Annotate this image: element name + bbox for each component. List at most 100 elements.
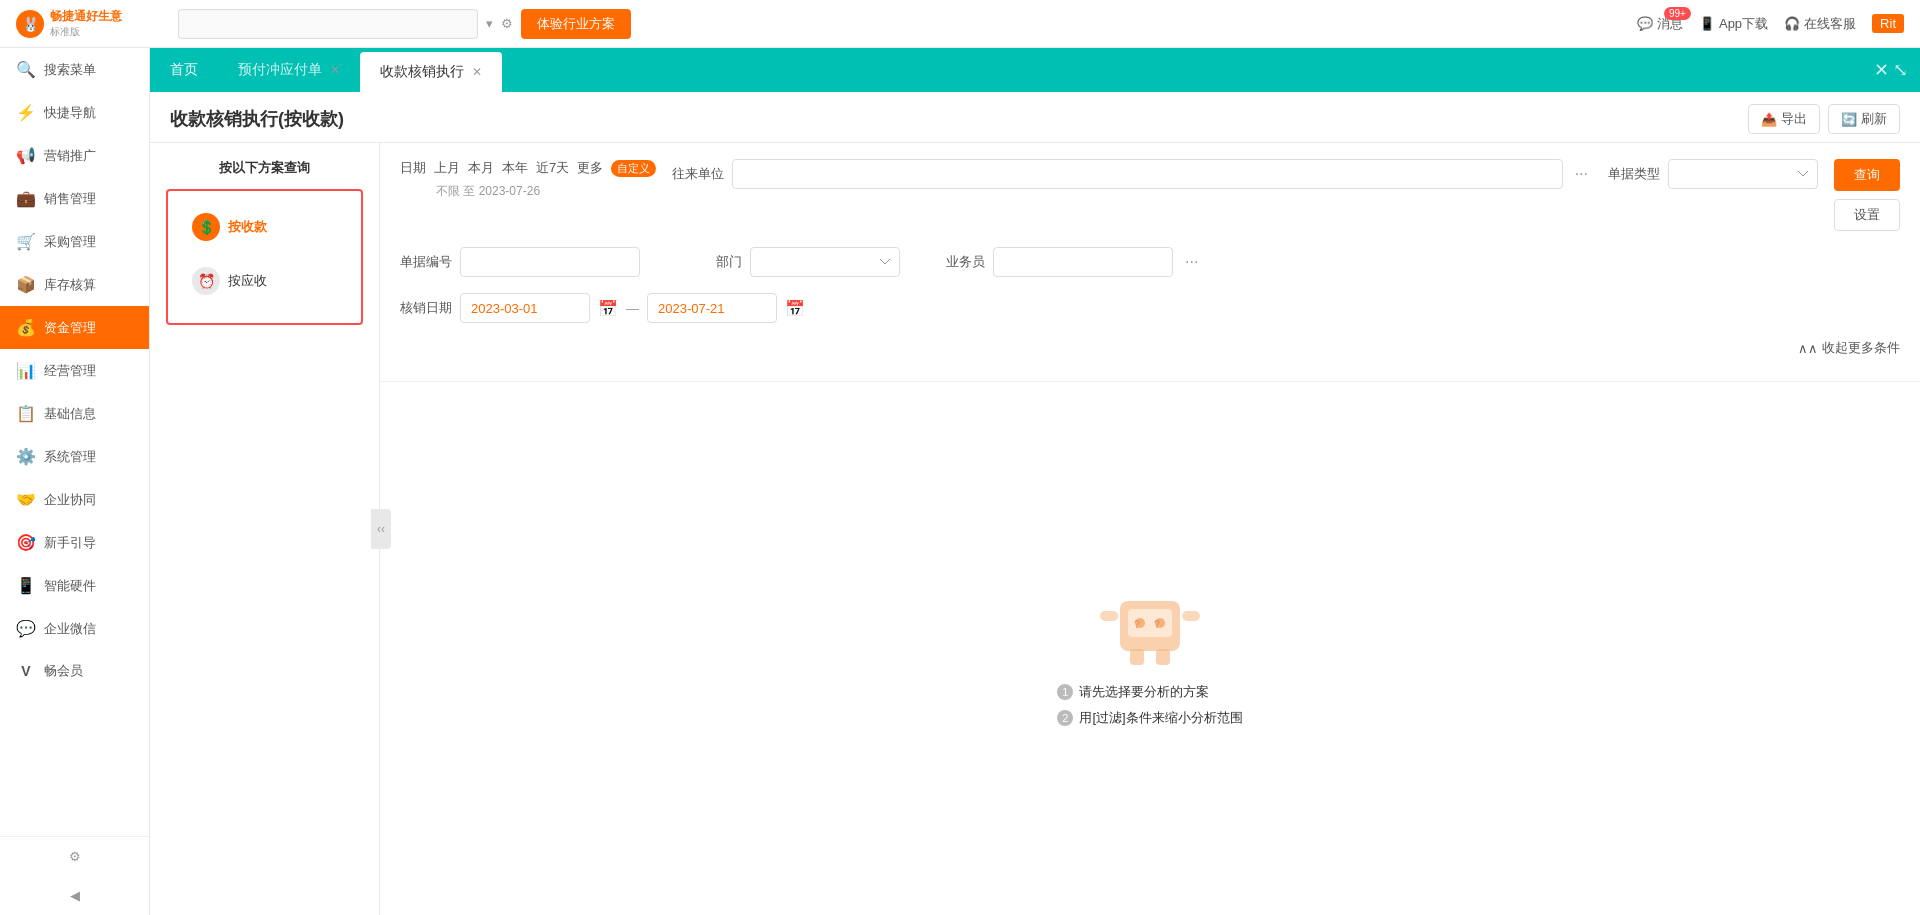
brand-icon: 🐰 (16, 10, 44, 38)
settings-gear-icon[interactable]: ⚙ (501, 16, 513, 31)
query-button[interactable]: 查询 (1834, 159, 1900, 191)
receipt-option-icon: 💲 (192, 213, 220, 241)
collapse-more-btn[interactable]: ∧∧ 收起更多条件 (1798, 331, 1900, 365)
sidebar-item-hardware[interactable]: 📱 智能硬件 (0, 564, 149, 607)
partner-input[interactable] (732, 159, 1562, 189)
sidebar-item-cooperation[interactable]: 🤝 企业协同 (0, 478, 149, 521)
sidebar-label-wechat: 企业微信 (44, 620, 96, 638)
sidebar-label-operation: 经营管理 (44, 362, 96, 380)
tip-1-text: 请先选择要分析的方案 (1079, 683, 1209, 701)
svg-rect-6 (1130, 649, 1144, 665)
shortcut-last-month[interactable]: 上月 (434, 159, 460, 177)
finance-icon: 💰 (16, 318, 36, 337)
brand: 🐰 畅捷通好生意 标准版 (16, 8, 166, 39)
sidebar-item-search[interactable]: 🔍 搜索菜单 (0, 48, 149, 91)
tab-prepay-close[interactable]: ✕ (330, 63, 340, 77)
staff-input[interactable] (993, 247, 1173, 277)
hardware-icon: 📱 (16, 576, 36, 595)
tab-receipt[interactable]: 收款核销执行 ✕ (360, 52, 502, 92)
sidebar-label-system: 系统管理 (44, 448, 96, 466)
verify-date-field: 核销日期 📅 — 📅 (400, 293, 805, 323)
tab-bar: 首页 预付冲应付单 ✕ 收款核销执行 ✕ ✕ ⤡ (150, 48, 1920, 92)
tab-prepay[interactable]: 预付冲应付单 ✕ (218, 48, 360, 92)
inventory-icon: 📦 (16, 275, 36, 294)
empty-tip-1: 1 请先选择要分析的方案 (1057, 683, 1242, 701)
sidebar-label-cooperation: 企业协同 (44, 491, 96, 509)
query-content-area: 日期 上月 本月 本年 近7天 更多 自定义 不限 至 2023-07-26 (380, 143, 1920, 915)
svg-text:?: ? (1134, 619, 1140, 630)
tab-close-all-btn[interactable]: ✕ (1874, 59, 1889, 81)
sidebar-item-system[interactable]: ⚙️ 系统管理 (0, 435, 149, 478)
query-form: 日期 上月 本月 本年 近7天 更多 自定义 不限 至 2023-07-26 (380, 143, 1920, 382)
sidebar-item-vip[interactable]: V 畅会员 (0, 650, 149, 692)
vip-icon: V (16, 663, 36, 679)
verify-date-start-calendar-icon[interactable]: 📅 (598, 299, 618, 318)
settings-bottom-icon: ⚙ (69, 849, 81, 864)
sidebar-label-quick-nav: 快捷导航 (44, 104, 96, 122)
sidebar-settings-btn[interactable]: ⚙ (0, 837, 149, 876)
empty-state-illustration: ? ? (1090, 571, 1210, 671)
settings-button[interactable]: 设置 (1834, 199, 1900, 231)
verify-date-start-input[interactable] (460, 293, 590, 323)
date-field: 日期 上月 本月 本年 近7天 更多 自定义 不限 至 2023-07-26 (400, 159, 656, 200)
sidebar-item-operation[interactable]: 📊 经营管理 (0, 349, 149, 392)
tip-2-num: 2 (1057, 710, 1073, 726)
tab-expand-btn[interactable]: ⤡ (1893, 59, 1908, 81)
message-action[interactable]: 💬 消息 99+ (1637, 15, 1683, 33)
filter-by-receivable[interactable]: ⏰ 按应收 (180, 257, 349, 305)
sidebar-item-guide[interactable]: 🎯 新手引导 (0, 521, 149, 564)
partner-label: 往来单位 (672, 165, 724, 183)
empty-tip-2: 2 用[过滤]条件来缩小分析范围 (1057, 709, 1242, 727)
shortcut-7days[interactable]: 近7天 (536, 159, 569, 177)
query-action-btns: 查询 设置 (1834, 159, 1900, 231)
staff-dots-btn[interactable]: ··· (1181, 253, 1202, 271)
date-no-limit: 不限 (436, 184, 460, 198)
app-download-label: App下载 (1719, 15, 1768, 33)
svg-rect-4 (1100, 611, 1118, 621)
top-header-actions: 💬 消息 99+ 📱 App下载 🎧 在线客服 Rit (1637, 14, 1904, 33)
sidebar-label-purchase: 采购管理 (44, 233, 96, 251)
filter-options-container: 💲 按收款 ⏰ 按应收 (166, 189, 363, 325)
export-button[interactable]: 📤 导出 (1748, 104, 1820, 134)
sidebar-item-marketing[interactable]: 📢 营销推广 (0, 134, 149, 177)
message-icon: 💬 (1637, 16, 1653, 31)
sidebar-item-quick-nav[interactable]: ⚡ 快捷导航 (0, 91, 149, 134)
bill-no-input[interactable] (460, 247, 640, 277)
user-name: Rit (1872, 14, 1904, 33)
brand-info: 畅捷通好生意 标准版 (50, 8, 122, 39)
sidebar-item-inventory[interactable]: 📦 库存核算 (0, 263, 149, 306)
sidebar-collapse-btn[interactable]: ◀ (0, 876, 149, 915)
shortcut-this-month[interactable]: 本月 (468, 159, 494, 177)
global-search-input[interactable] (178, 9, 478, 39)
shortcut-this-year[interactable]: 本年 (502, 159, 528, 177)
app-download-action[interactable]: 📱 App下载 (1699, 15, 1768, 33)
sidebar-item-finance[interactable]: 💰 资金管理 (0, 306, 149, 349)
sidebar-item-basic-info[interactable]: 📋 基础信息 (0, 392, 149, 435)
filter-by-receipt-label: 按收款 (228, 218, 267, 236)
sidebar-item-sales[interactable]: 💼 销售管理 (0, 177, 149, 220)
refresh-icon: 🔄 (1841, 112, 1857, 127)
sidebar-item-purchase[interactable]: 🛒 采购管理 (0, 220, 149, 263)
solution-button[interactable]: 体验行业方案 (521, 9, 631, 39)
bill-type-select[interactable] (1668, 159, 1818, 189)
shortcut-more[interactable]: 更多 (577, 159, 603, 177)
staff-field: 业务员 ··· (946, 247, 1202, 277)
dropdown-arrow-icon[interactable]: ▾ (486, 16, 493, 31)
partner-dots-btn[interactable]: ··· (1571, 165, 1592, 183)
tab-home[interactable]: 首页 (150, 48, 218, 92)
filter-panel-collapse-btn[interactable]: ‹‹ (371, 509, 391, 549)
filter-panel: 按以下方案查询 💲 按收款 ⏰ 按应收 ‹‹ (150, 143, 380, 915)
filter-by-receipt[interactable]: 💲 按收款 (180, 203, 349, 251)
verify-date-end-input[interactable] (647, 293, 777, 323)
dept-select[interactable] (750, 247, 900, 277)
sidebar-item-wechat[interactable]: 💬 企业微信 (0, 607, 149, 650)
verify-date-end-calendar-icon[interactable]: 📅 (785, 299, 805, 318)
date-separator: — (626, 301, 639, 316)
refresh-button[interactable]: 🔄 刷新 (1828, 104, 1900, 134)
tab-receipt-close[interactable]: ✕ (472, 65, 482, 79)
user-avatar[interactable]: Rit (1872, 14, 1904, 33)
date-range-display: 不限 至 2023-07-26 (400, 183, 656, 200)
sidebar-label-search: 搜索菜单 (44, 61, 96, 79)
page-actions: 📤 导出 🔄 刷新 (1748, 104, 1900, 134)
online-service-action[interactable]: 🎧 在线客服 (1784, 15, 1856, 33)
